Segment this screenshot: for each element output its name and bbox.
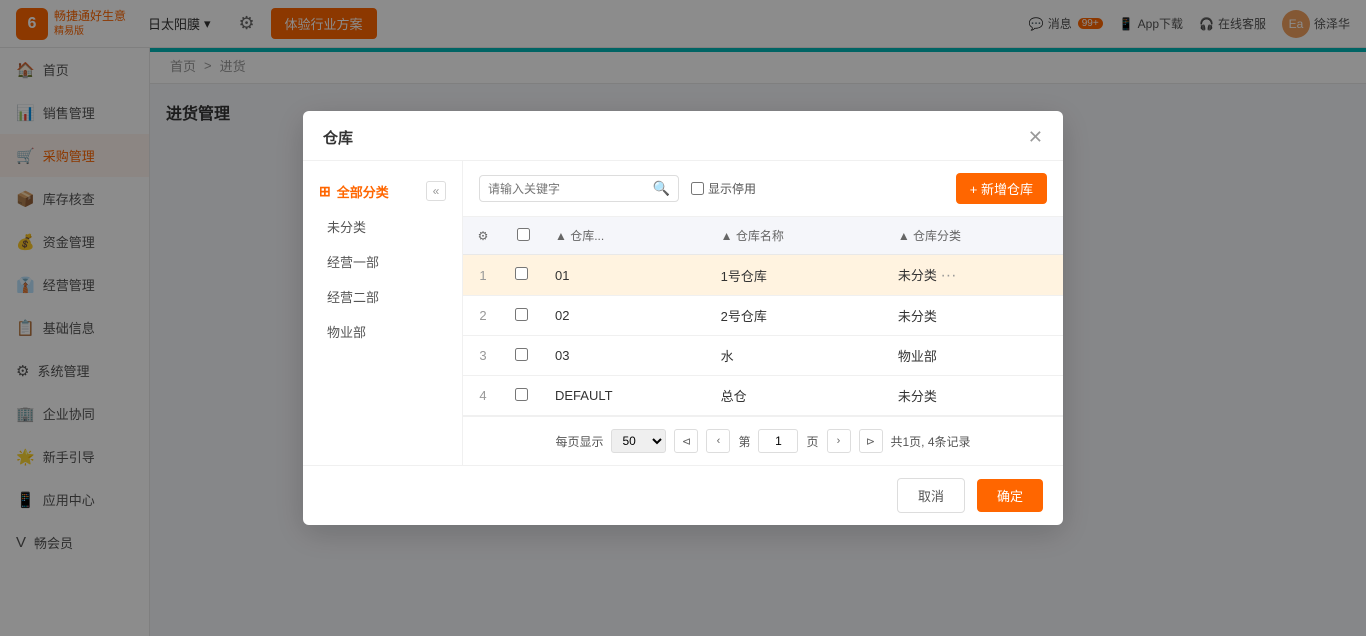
per-page-select[interactable]: 50 20 100 xyxy=(611,429,666,453)
modal-header: 仓库 ✕ xyxy=(303,111,1063,161)
grid-icon: ⊞ xyxy=(319,183,331,200)
row-checkbox-cell xyxy=(503,296,543,336)
page-input[interactable] xyxy=(758,429,798,453)
table-header-row: ⚙ ▲ 仓库... ▲ 仓库名称 xyxy=(463,217,1063,255)
all-categories-item[interactable]: ⊞ 全部分类 « xyxy=(303,173,462,209)
category-item-unclassified[interactable]: 未分类 xyxy=(303,209,462,244)
confirm-button[interactable]: 确定 xyxy=(977,479,1043,512)
first-page-button[interactable]: ⊲ xyxy=(674,429,698,453)
row-checkbox-cell xyxy=(503,336,543,376)
row-checkbox[interactable] xyxy=(515,308,528,321)
row-code: DEFAULT xyxy=(543,376,709,416)
row-number: 2 xyxy=(463,296,503,336)
show-disabled-label: 显示停用 xyxy=(708,180,756,197)
row-name: 2号仓库 xyxy=(709,296,886,336)
category-item-dept1[interactable]: 经营一部 xyxy=(303,244,462,279)
modal-overlay: 仓库 ✕ ⊞ 全部分类 « 未分类 经营一部 经营二部 物业部 xyxy=(0,0,1366,636)
col-name: ▲ 仓库名称 xyxy=(709,217,886,255)
collapse-button[interactable]: « xyxy=(426,181,446,201)
table-row[interactable]: 4 DEFAULT 总仓 未分类 xyxy=(463,376,1063,416)
row-category: 未分类 ··· xyxy=(886,255,1063,296)
page-summary: 共1页, 4条记录 xyxy=(891,433,971,450)
row-code: 01 xyxy=(543,255,709,296)
col-code: ▲ 仓库... xyxy=(543,217,709,255)
modal-title: 仓库 xyxy=(323,127,353,148)
modal-close-button[interactable]: ✕ xyxy=(1028,127,1043,148)
page-label: 第 xyxy=(738,433,750,450)
row-checkbox[interactable] xyxy=(515,348,528,361)
row-actions-button[interactable]: ··· xyxy=(940,267,956,285)
pagination: 每页显示 50 20 100 ⊲ ‹ 第 页 › ⊳ 共1页, 4条记录 xyxy=(463,416,1063,465)
cancel-button[interactable]: 取消 xyxy=(897,478,965,513)
category-panel: ⊞ 全部分类 « 未分类 经营一部 经营二部 物业部 xyxy=(303,161,463,465)
row-number: 3 xyxy=(463,336,503,376)
modal-toolbar: 🔍 显示停用 + 新增仓库 xyxy=(463,161,1063,217)
row-checkbox-cell xyxy=(503,255,543,296)
search-input[interactable] xyxy=(488,182,653,196)
row-category: 未分类 xyxy=(886,296,1063,336)
modal-footer: 取消 确定 xyxy=(303,465,1063,525)
table-row[interactable]: 1 01 1号仓库 未分类 ··· xyxy=(463,255,1063,296)
modal-right-panel: 🔍 显示停用 + 新增仓库 ⚙ xyxy=(463,161,1063,465)
row-name: 水 xyxy=(709,336,886,376)
table-row[interactable]: 3 03 水 物业部 xyxy=(463,336,1063,376)
per-page-label: 每页显示 xyxy=(555,433,603,450)
row-checkbox[interactable] xyxy=(515,267,528,280)
select-all-checkbox[interactable] xyxy=(517,228,530,241)
page-unit: 页 xyxy=(806,433,818,450)
col-category: ▲ 仓库分类 xyxy=(886,217,1063,255)
next-page-button[interactable]: › xyxy=(827,429,851,453)
warehouse-table: ⚙ ▲ 仓库... ▲ 仓库名称 xyxy=(463,217,1063,416)
table-row[interactable]: 2 02 2号仓库 未分类 xyxy=(463,296,1063,336)
gear-icon: ⚙ xyxy=(478,229,489,243)
row-code: 03 xyxy=(543,336,709,376)
all-categories-label: 全部分类 xyxy=(337,182,389,201)
row-category: 物业部 xyxy=(886,336,1063,376)
show-disabled-toggle[interactable]: 显示停用 xyxy=(691,180,756,197)
row-number: 4 xyxy=(463,376,503,416)
row-code: 02 xyxy=(543,296,709,336)
modal-body: ⊞ 全部分类 « 未分类 经营一部 经营二部 物业部 🔍 xyxy=(303,161,1063,465)
category-item-property[interactable]: 物业部 xyxy=(303,314,462,349)
row-checkbox[interactable] xyxy=(515,388,528,401)
row-name: 总仓 xyxy=(709,376,886,416)
row-name: 1号仓库 xyxy=(709,255,886,296)
warehouse-modal: 仓库 ✕ ⊞ 全部分类 « 未分类 经营一部 经营二部 物业部 xyxy=(303,111,1063,525)
search-icon[interactable]: 🔍 xyxy=(653,180,670,197)
row-number: 1 xyxy=(463,255,503,296)
add-warehouse-button[interactable]: + 新增仓库 xyxy=(956,173,1047,204)
last-page-button[interactable]: ⊳ xyxy=(859,429,883,453)
category-item-dept2[interactable]: 经营二部 xyxy=(303,279,462,314)
row-checkbox-cell xyxy=(503,376,543,416)
prev-page-button[interactable]: ‹ xyxy=(706,429,730,453)
row-category: 未分类 xyxy=(886,376,1063,416)
search-box: 🔍 xyxy=(479,175,679,202)
show-disabled-checkbox[interactable] xyxy=(691,182,704,195)
